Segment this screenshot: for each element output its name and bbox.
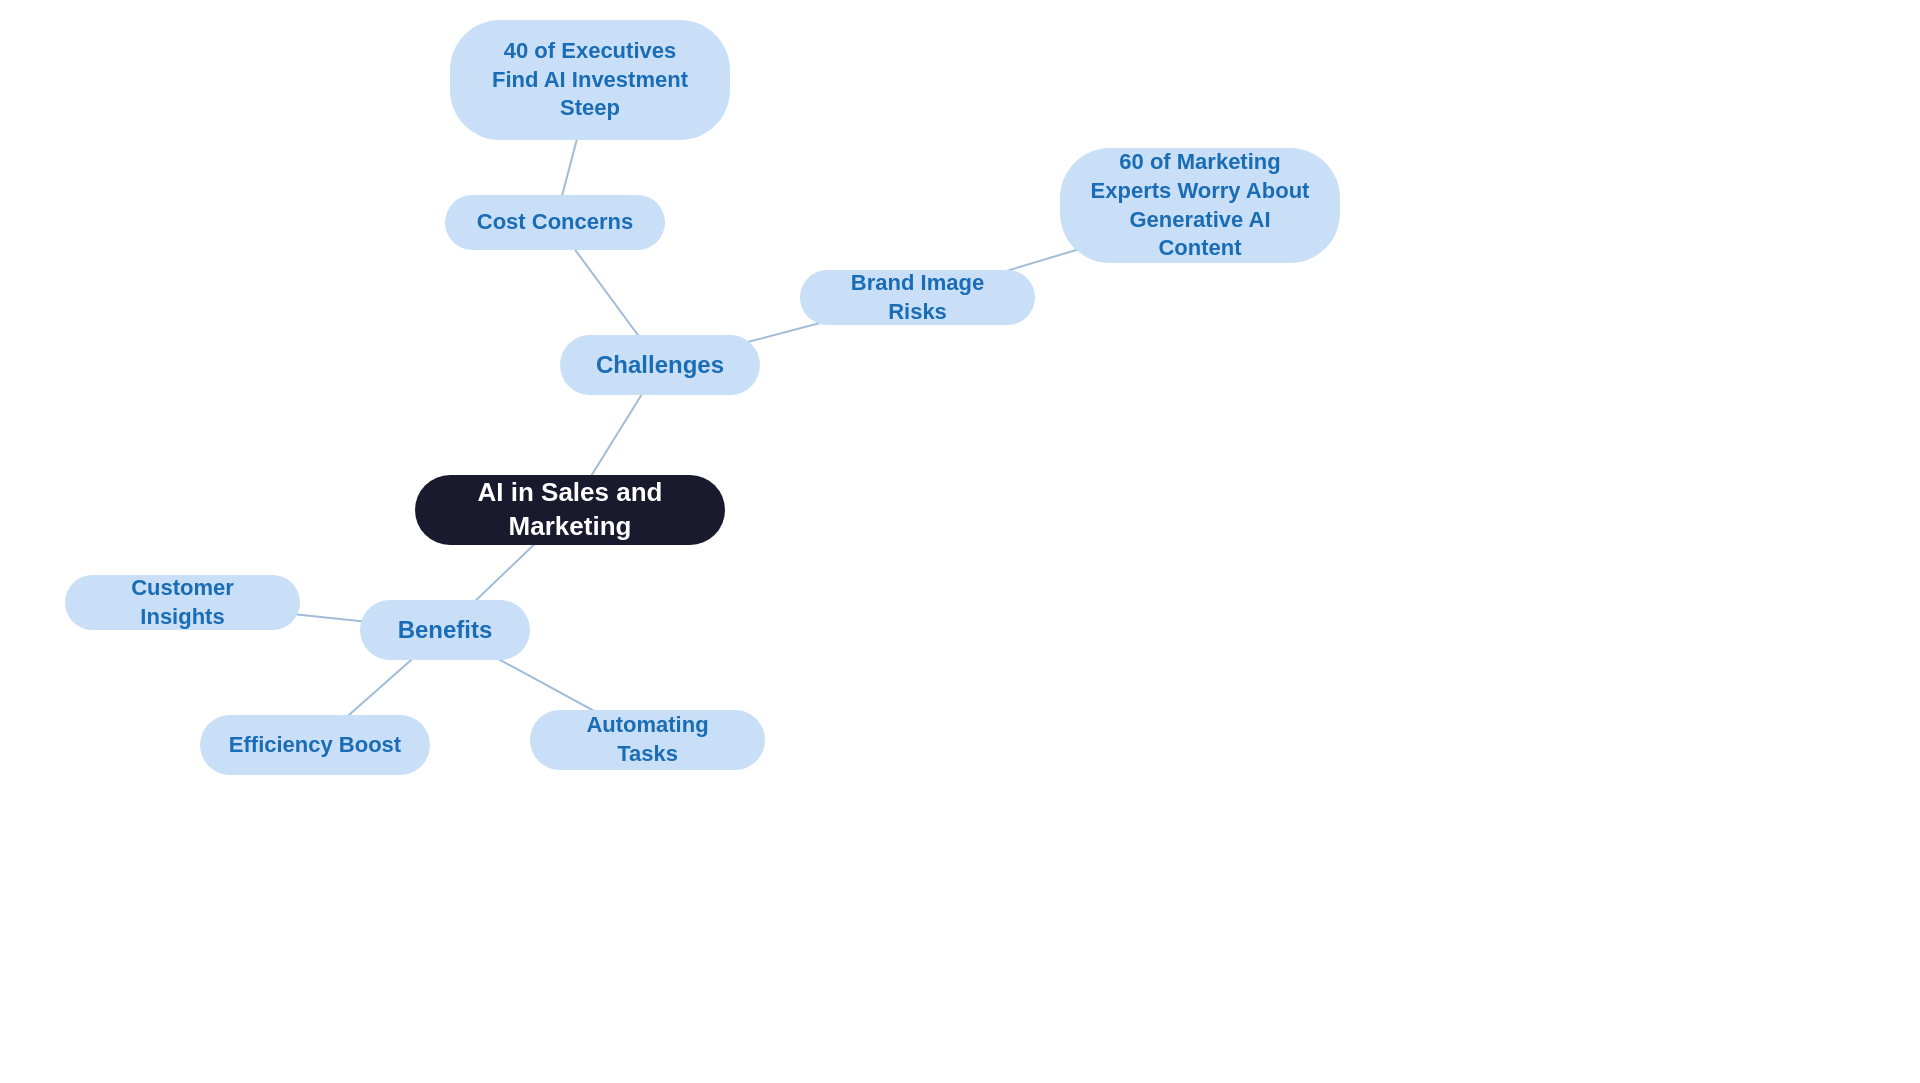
brand-image-risks-node[interactable]: Brand Image Risks	[800, 270, 1035, 325]
efficiency-boost-node[interactable]: Efficiency Boost	[200, 715, 430, 775]
center-node[interactable]: AI in Sales and Marketing	[415, 475, 725, 545]
cost-concerns-node[interactable]: Cost Concerns	[445, 195, 665, 250]
benefits-node[interactable]: Benefits	[360, 600, 530, 660]
customer-insights-node[interactable]: Customer Insights	[65, 575, 300, 630]
challenges-node[interactable]: Challenges	[560, 335, 760, 395]
automating-tasks-node[interactable]: Automating Tasks	[530, 710, 765, 770]
executives-find-ai-node[interactable]: 40 of Executives Find AI Investment Stee…	[450, 20, 730, 140]
marketing-experts-node[interactable]: 60 of Marketing Experts Worry About Gene…	[1060, 148, 1340, 263]
